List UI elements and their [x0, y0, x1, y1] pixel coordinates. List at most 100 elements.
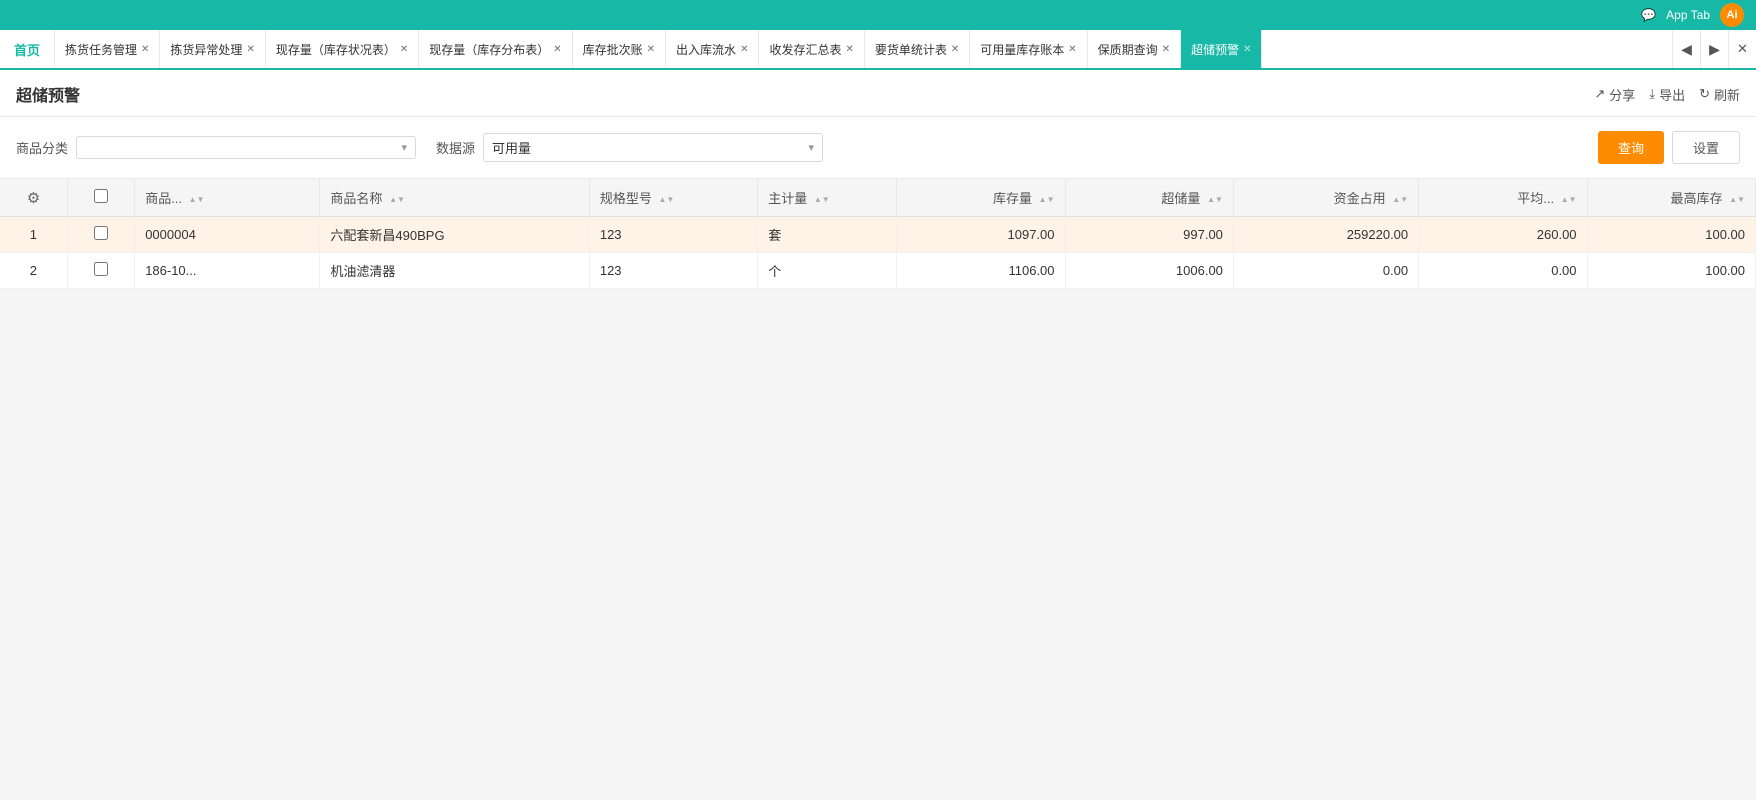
nav-tab-7[interactable]: 收发存汇总表 ✕	[759, 30, 864, 68]
table-row: 2 186-10... 机油滤清器 123 个 1106.00 1006.00 …	[0, 253, 1756, 289]
nav-tab-8[interactable]: 要货单统计表 ✕	[865, 30, 970, 68]
nav-tab-11[interactable]: 超储预警 ✕	[1181, 30, 1262, 68]
row-product-name-1: 机油滤清器	[320, 253, 589, 289]
row-index-0: 1	[0, 217, 67, 253]
data-source-value: 可用量	[492, 138, 531, 157]
close-tab-4[interactable]: ✕	[553, 44, 561, 55]
message-item[interactable]: 💬	[1641, 8, 1656, 22]
row-capital-1: 0.00	[1233, 253, 1418, 289]
share-icon: ↗	[1594, 86, 1605, 102]
export-button[interactable]: ⤓ 导出	[1649, 85, 1685, 104]
row-over-stock-0: 997.00	[1065, 217, 1233, 253]
sort-icon-unit: ▲▼	[814, 196, 830, 204]
table-row: 1 0000004 六配套新昌490BPG 123 套 1097.00 997.…	[0, 217, 1756, 253]
page-header: 超储预警 ↗ 分享 ⤓ 导出 ↻ 刷新	[0, 70, 1756, 117]
app-tab-item[interactable]: App Tab	[1666, 8, 1710, 22]
product-category-label: 商品分类	[16, 138, 68, 157]
row-avg-1: 0.00	[1419, 253, 1587, 289]
sort-icon-capital: ▲▼	[1392, 196, 1408, 204]
table-body: 1 0000004 六配套新昌490BPG 123 套 1097.00 997.…	[0, 217, 1756, 289]
nav-close-all[interactable]: ✕	[1728, 30, 1756, 69]
close-tab-10[interactable]: ✕	[1162, 44, 1170, 55]
export-icon: ⤓	[1649, 86, 1655, 102]
main-table: ⚙ 商品... ▲▼ 商品名称 ▲▼ 规格型号 ▲▼ 主计	[0, 179, 1756, 289]
close-tab-3[interactable]: ✕	[400, 44, 408, 55]
table-header-row: ⚙ 商品... ▲▼ 商品名称 ▲▼ 规格型号 ▲▼ 主计	[0, 179, 1756, 217]
row-checkbox-0[interactable]	[67, 217, 134, 253]
gear-icon: ⚙	[27, 190, 40, 207]
share-button[interactable]: ↗ 分享	[1594, 85, 1635, 104]
sort-icon-product-name: ▲▼	[389, 196, 405, 204]
data-source-arrow-icon: ▾	[809, 141, 815, 154]
col-product-code[interactable]: 商品... ▲▼	[135, 179, 320, 217]
filter-buttons: 查询 设置	[1598, 131, 1740, 164]
row-stock-0: 1097.00	[897, 217, 1065, 253]
sort-icon-product-code: ▲▼	[189, 196, 205, 204]
table-gear-header[interactable]: ⚙	[0, 179, 67, 217]
col-spec[interactable]: 规格型号 ▲▼	[589, 179, 757, 217]
refresh-button[interactable]: ↻ 刷新	[1699, 85, 1740, 104]
row-max-stock-0: 100.00	[1587, 217, 1755, 253]
nav-tab-2[interactable]: 拣货异常处理 ✕	[160, 30, 265, 68]
row-product-code-0: 0000004	[135, 217, 320, 253]
product-category-arrow-icon: ▾	[401, 141, 407, 154]
col-avg[interactable]: 平均... ▲▼	[1419, 179, 1587, 217]
product-category-select[interactable]: ▾	[76, 136, 416, 159]
row-checkbox-1[interactable]	[67, 253, 134, 289]
row-capital-0: 259220.00	[1233, 217, 1418, 253]
row-check-input-1[interactable]	[94, 262, 108, 276]
close-tab-9[interactable]: ✕	[1068, 44, 1076, 55]
nav-home[interactable]: 首页	[0, 30, 55, 68]
row-unit-1: 个	[758, 253, 897, 289]
query-button[interactable]: 查询	[1598, 131, 1664, 164]
select-all-checkbox[interactable]	[94, 189, 108, 203]
close-tab-1[interactable]: ✕	[141, 44, 149, 55]
nav-tab-3[interactable]: 现存量（库存状况表） ✕	[266, 30, 419, 68]
app-tab-label: App Tab	[1666, 8, 1710, 22]
table-container: ⚙ 商品... ▲▼ 商品名称 ▲▼ 规格型号 ▲▼ 主计	[0, 179, 1756, 289]
col-product-name[interactable]: 商品名称 ▲▼	[320, 179, 589, 217]
top-bar: 💬 App Tab Ai	[0, 0, 1756, 30]
data-source-filter: 数据源 可用量 ▾	[436, 133, 823, 162]
product-category-filter: 商品分类 ▾	[16, 136, 416, 159]
sort-icon-avg: ▲▼	[1561, 196, 1577, 204]
col-unit[interactable]: 主计量 ▲▼	[758, 179, 897, 217]
nav-tab-1[interactable]: 拣货任务管理 ✕	[55, 30, 160, 68]
nav-bar: 首页 拣货任务管理 ✕ 拣货异常处理 ✕ 现存量（库存状况表） ✕ 现存量（库存…	[0, 30, 1756, 70]
close-tab-11[interactable]: ✕	[1243, 44, 1251, 55]
row-check-input-0[interactable]	[94, 226, 108, 240]
row-spec-1: 123	[589, 253, 757, 289]
sort-icon-max-stock: ▲▼	[1729, 196, 1745, 204]
col-max-stock[interactable]: 最高库存 ▲▼	[1587, 179, 1755, 217]
nav-tab-4[interactable]: 现存量（库存分布表） ✕	[419, 30, 572, 68]
close-tab-2[interactable]: ✕	[246, 44, 254, 55]
close-tab-5[interactable]: ✕	[647, 44, 655, 55]
close-tab-8[interactable]: ✕	[951, 44, 959, 55]
header-actions: ↗ 分享 ⤓ 导出 ↻ 刷新	[1594, 85, 1740, 104]
col-over-stock[interactable]: 超储量 ▲▼	[1065, 179, 1233, 217]
message-icon: 💬	[1641, 8, 1656, 22]
col-capital[interactable]: 资金占用 ▲▼	[1233, 179, 1418, 217]
nav-tab-10[interactable]: 保质期查询 ✕	[1088, 30, 1181, 68]
page-title: 超储预警	[16, 82, 80, 106]
avatar[interactable]: Ai	[1720, 3, 1744, 27]
data-source-label: 数据源	[436, 138, 475, 157]
row-max-stock-1: 100.00	[1587, 253, 1755, 289]
nav-tab-9[interactable]: 可用量库存账本 ✕	[970, 30, 1087, 68]
close-tab-6[interactable]: ✕	[740, 44, 748, 55]
nav-arrow-left[interactable]: ◀	[1672, 30, 1700, 69]
row-unit-0: 套	[758, 217, 897, 253]
row-index-1: 2	[0, 253, 67, 289]
sort-icon-spec: ▲▼	[658, 196, 674, 204]
settings-button[interactable]: 设置	[1672, 131, 1740, 164]
nav-arrow-right[interactable]: ▶	[1700, 30, 1728, 69]
table-checkbox-header[interactable]	[67, 179, 134, 217]
row-stock-1: 1106.00	[897, 253, 1065, 289]
col-stock[interactable]: 库存量 ▲▼	[897, 179, 1065, 217]
close-tab-7[interactable]: ✕	[845, 44, 853, 55]
sort-icon-stock: ▲▼	[1039, 196, 1055, 204]
nav-tab-5[interactable]: 库存批次账 ✕	[573, 30, 666, 68]
nav-tab-6[interactable]: 出入库流水 ✕	[666, 30, 759, 68]
filter-bar: 商品分类 ▾ 数据源 可用量 ▾ 查询 设置	[0, 117, 1756, 179]
data-source-select[interactable]: 可用量 ▾	[483, 133, 823, 162]
